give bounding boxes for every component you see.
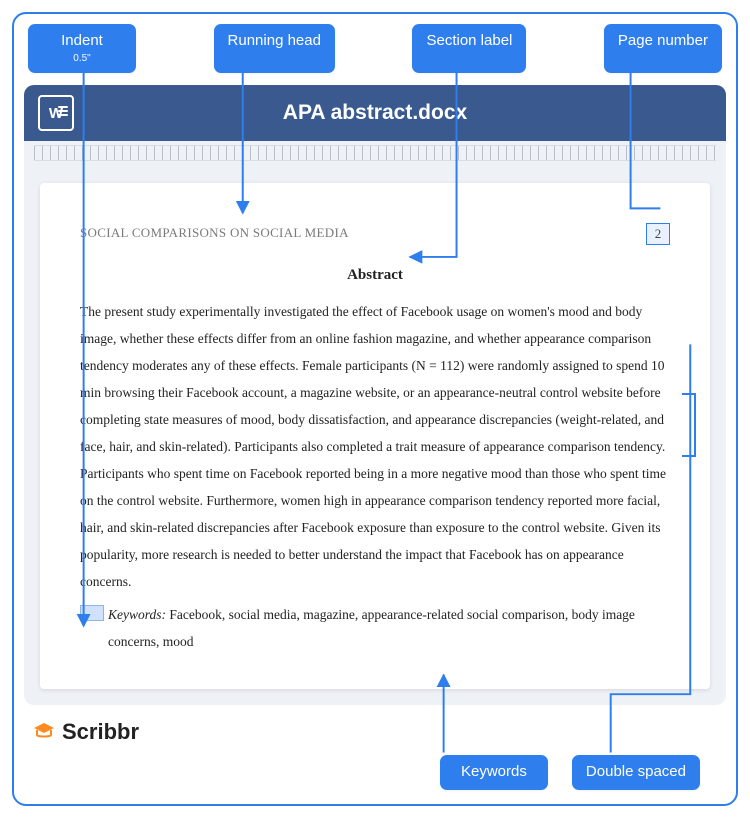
label-running-head: Running head [214, 24, 335, 73]
label-indent: Indent 0.5" [28, 24, 136, 73]
section-label-text: Abstract [80, 267, 670, 284]
logo-strip: Scribbr [24, 711, 726, 745]
ruler [34, 145, 716, 161]
scribbr-logo: Scribbr [32, 719, 139, 745]
document-shell: W APA abstract.docx SOCIAL COMPARISONS O… [24, 85, 726, 705]
paper: SOCIAL COMPARISONS ON SOCIAL MEDIA 2 Abs… [40, 183, 710, 689]
double-spaced-bracket [682, 393, 696, 457]
bottom-labels-row: Keywords Double spaced [24, 745, 726, 790]
document-titlebar: W APA abstract.docx [24, 85, 726, 141]
graduation-cap-icon [32, 720, 56, 744]
label-double-spaced: Double spaced [572, 755, 700, 790]
label-page-number: Page number [604, 24, 722, 73]
page-number-value: 2 [655, 226, 662, 242]
indent-highlight-box [80, 605, 104, 621]
label-section-label: Section label [412, 24, 526, 73]
label-keywords: Keywords [440, 755, 548, 790]
page-area: SOCIAL COMPARISONS ON SOCIAL MEDIA 2 Abs… [24, 161, 726, 705]
abstract-body: The present study experimentally investi… [80, 298, 670, 595]
label-indent-sub: 0.5" [42, 53, 122, 66]
keywords-line: Keywords: Facebook, social media, magazi… [80, 601, 670, 655]
label-indent-text: Indent [61, 32, 103, 49]
keywords-label: Keywords: [108, 607, 166, 622]
keywords-text: Facebook, social media, magazine, appear… [108, 607, 635, 649]
page-number-box: 2 [646, 223, 670, 245]
top-labels-row: Indent 0.5" Running head Section label P… [24, 24, 726, 73]
running-head-text: SOCIAL COMPARISONS ON SOCIAL MEDIA [80, 225, 670, 241]
document-filename: APA abstract.docx [24, 101, 726, 125]
diagram-frame: Indent 0.5" Running head Section label P… [12, 12, 738, 806]
brand-name: Scribbr [62, 719, 139, 745]
